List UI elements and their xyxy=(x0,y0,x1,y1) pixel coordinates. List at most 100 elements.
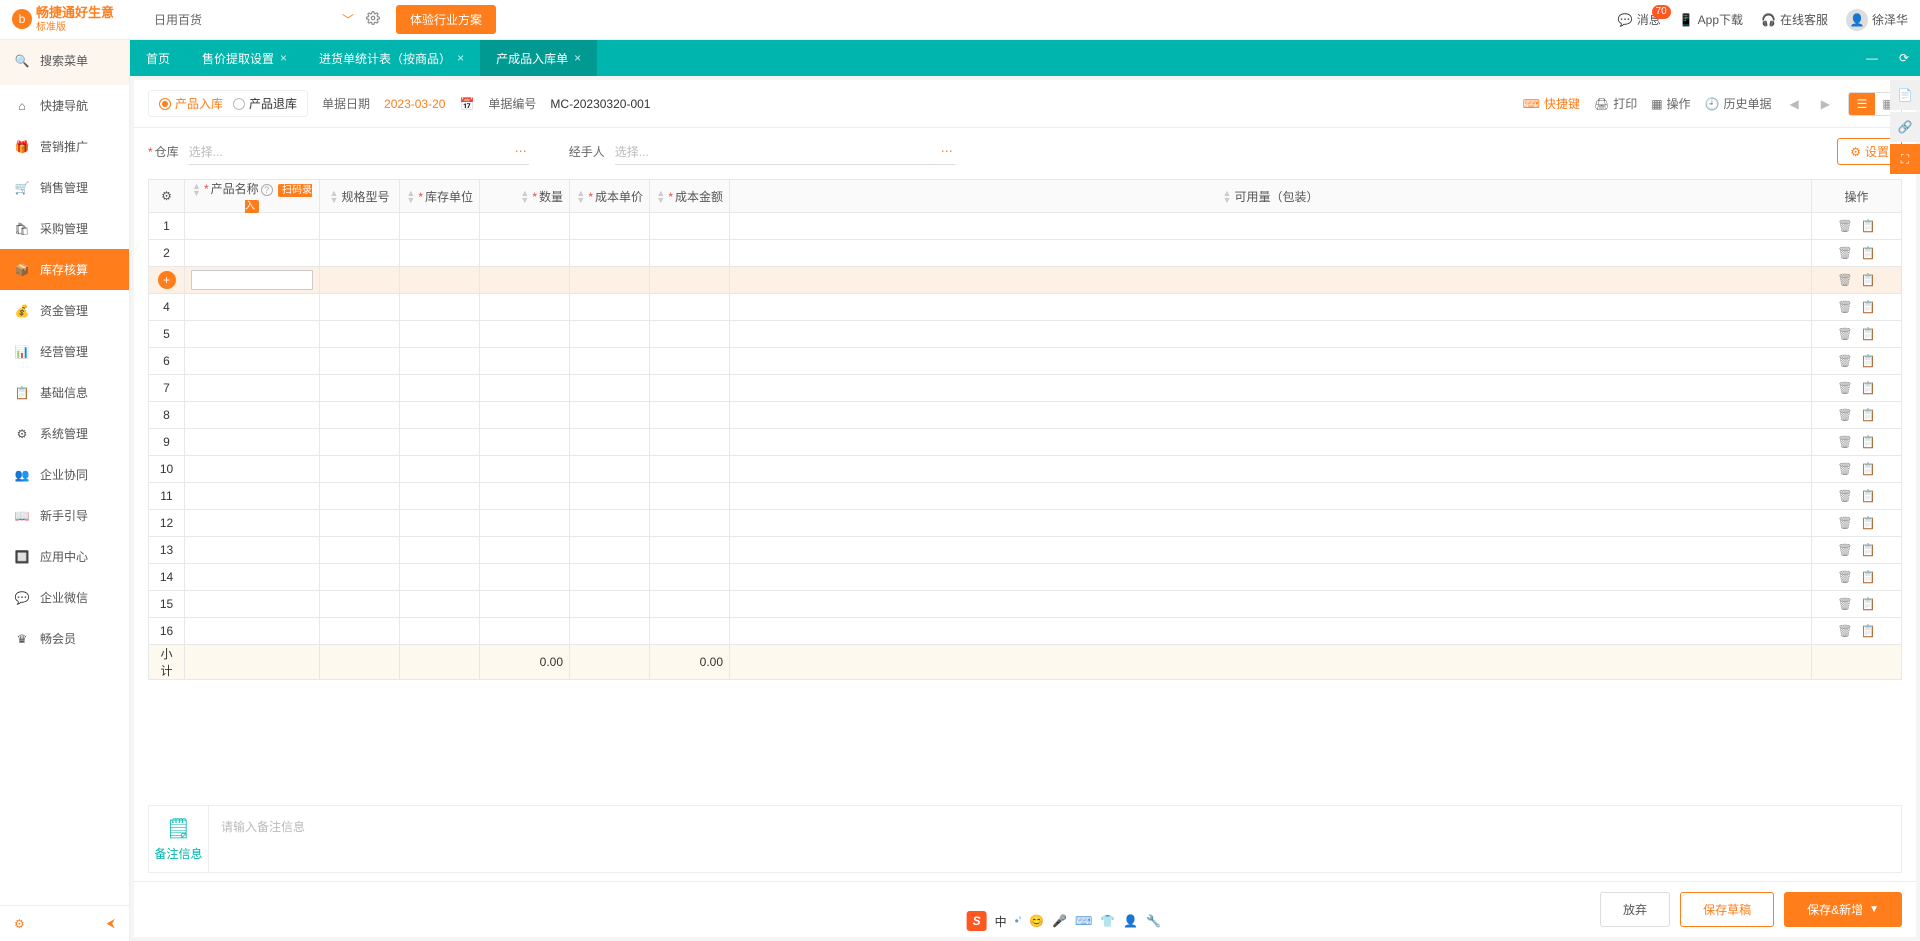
amount-cell[interactable] xyxy=(650,321,730,348)
ime-emoji-icon[interactable]: 😊 xyxy=(1029,914,1044,928)
table-row[interactable]: 1🗑📋 xyxy=(149,213,1902,240)
table-row[interactable]: 12🗑📋 xyxy=(149,510,1902,537)
spec-cell[interactable] xyxy=(320,618,400,645)
available-cell[interactable] xyxy=(730,429,1812,456)
delete-row-icon[interactable]: 🗑 xyxy=(1837,435,1852,449)
copy-row-icon[interactable]: 📋 xyxy=(1861,408,1876,422)
unit-cell[interactable] xyxy=(400,564,480,591)
price-cell[interactable] xyxy=(570,564,650,591)
remark-input[interactable]: 请输入备注信息 xyxy=(209,806,1901,872)
copy-row-icon[interactable]: 📋 xyxy=(1861,219,1876,233)
sidebar-item-finance[interactable]: 💰资金管理 xyxy=(0,290,129,331)
spec-cell[interactable] xyxy=(320,510,400,537)
tab-price-settings[interactable]: 售价提取设置× xyxy=(186,40,303,76)
sidebar-item-guide[interactable]: 📖新手引导 xyxy=(0,495,129,536)
col-qty[interactable]: ▲▼*数量 xyxy=(480,180,570,213)
ime-mic-icon[interactable]: 🎤 xyxy=(1052,914,1067,928)
price-cell[interactable] xyxy=(570,510,650,537)
app-download-button[interactable]: 📱 App下载 xyxy=(1679,11,1743,28)
qty-cell[interactable] xyxy=(480,537,570,564)
amount-cell[interactable] xyxy=(650,456,730,483)
delete-row-icon[interactable]: 🗑 xyxy=(1837,219,1852,233)
amount-cell[interactable] xyxy=(650,348,730,375)
messages-button[interactable]: 💬 消息 70 xyxy=(1618,11,1661,28)
price-cell[interactable] xyxy=(570,267,650,294)
sidebar-item-wechat[interactable]: 💬企业微信 xyxy=(0,577,129,618)
product-name-cell[interactable] xyxy=(185,564,320,591)
qty-cell[interactable] xyxy=(480,321,570,348)
amount-cell[interactable] xyxy=(650,402,730,429)
table-row[interactable]: 4🗑📋 xyxy=(149,294,1902,321)
unit-cell[interactable] xyxy=(400,402,480,429)
spec-cell[interactable] xyxy=(320,240,400,267)
available-cell[interactable] xyxy=(730,591,1812,618)
industry-cta-button[interactable]: 体验行业方案 xyxy=(396,5,496,34)
unit-cell[interactable] xyxy=(400,348,480,375)
price-cell[interactable] xyxy=(570,618,650,645)
tab-purchase-stats[interactable]: 进货单统计表（按商品）× xyxy=(303,40,480,76)
copy-row-icon[interactable]: 📋 xyxy=(1861,300,1876,314)
available-cell[interactable] xyxy=(730,213,1812,240)
sidebar-item-marketing[interactable]: 🎁营销推广 xyxy=(0,126,129,167)
help-icon[interactable]: ? xyxy=(261,184,273,196)
product-name-cell[interactable] xyxy=(185,375,320,402)
spec-cell[interactable] xyxy=(320,456,400,483)
delete-row-icon[interactable]: 🗑 xyxy=(1837,408,1852,422)
delete-row-icon[interactable]: 🗑 xyxy=(1837,327,1852,341)
unit-cell[interactable] xyxy=(400,294,480,321)
spec-cell[interactable] xyxy=(320,375,400,402)
product-name-cell[interactable] xyxy=(185,348,320,375)
product-name-cell[interactable] xyxy=(185,537,320,564)
qty-cell[interactable] xyxy=(480,510,570,537)
product-name-cell[interactable] xyxy=(185,591,320,618)
sidebar-item-basic[interactable]: 📋基础信息 xyxy=(0,372,129,413)
save-new-button[interactable]: 保存&新增▼ xyxy=(1784,892,1902,927)
available-cell[interactable] xyxy=(730,537,1812,564)
available-cell[interactable] xyxy=(730,402,1812,429)
available-cell[interactable] xyxy=(730,456,1812,483)
unit-cell[interactable] xyxy=(400,618,480,645)
unit-cell[interactable] xyxy=(400,510,480,537)
qty-cell[interactable] xyxy=(480,456,570,483)
spec-cell[interactable] xyxy=(320,267,400,294)
unit-cell[interactable] xyxy=(400,375,480,402)
qty-cell[interactable] xyxy=(480,564,570,591)
tab-home[interactable]: 首页 xyxy=(130,40,186,76)
available-cell[interactable] xyxy=(730,375,1812,402)
copy-row-icon[interactable]: 📋 xyxy=(1861,246,1876,260)
product-name-cell[interactable] xyxy=(185,402,320,429)
col-config[interactable]: ⚙ xyxy=(149,180,185,213)
product-name-cell[interactable] xyxy=(185,618,320,645)
col-amount[interactable]: ▲▼*成本金额 xyxy=(650,180,730,213)
product-name-cell[interactable] xyxy=(185,429,320,456)
spec-cell[interactable] xyxy=(320,537,400,564)
col-spec[interactable]: ▲▼规格型号 xyxy=(320,180,400,213)
sidebar-item-purchase[interactable]: 🛍采购管理 xyxy=(0,208,129,249)
close-icon[interactable]: × xyxy=(574,51,581,65)
copy-row-icon[interactable]: 📋 xyxy=(1861,624,1876,638)
spec-cell[interactable] xyxy=(320,483,400,510)
table-row[interactable]: 13🗑📋 xyxy=(149,537,1902,564)
table-row[interactable]: 14🗑📋 xyxy=(149,564,1902,591)
qty-cell[interactable] xyxy=(480,267,570,294)
price-cell[interactable] xyxy=(570,429,650,456)
delete-row-icon[interactable]: 🗑 xyxy=(1837,516,1852,530)
handler-select[interactable]: 选择... ⋯ xyxy=(615,139,955,165)
amount-cell[interactable] xyxy=(650,537,730,564)
add-row-button[interactable]: + xyxy=(149,267,185,294)
sidebar-item-inventory[interactable]: 📦库存核算 xyxy=(0,249,129,290)
delete-row-icon[interactable]: 🗑 xyxy=(1837,462,1852,476)
price-cell[interactable] xyxy=(570,348,650,375)
unit-cell[interactable] xyxy=(400,591,480,618)
copy-row-icon[interactable]: 📋 xyxy=(1861,597,1876,611)
operate-button[interactable]: ▦操作 xyxy=(1651,95,1690,112)
tab-product-inbound[interactable]: 产成品入库单× xyxy=(480,40,597,76)
print-button[interactable]: 🖨打印 xyxy=(1594,95,1637,112)
table-row[interactable]: 8🗑📋 xyxy=(149,402,1902,429)
sidebar-item-search[interactable]: 🔍搜索菜单 xyxy=(0,40,129,81)
copy-row-icon[interactable]: 📋 xyxy=(1861,354,1876,368)
product-name-cell[interactable] xyxy=(185,267,320,294)
ime-skin-icon[interactable]: 👕 xyxy=(1100,914,1115,928)
sidebar-item-apps[interactable]: 🔲应用中心 xyxy=(0,536,129,577)
copy-row-icon[interactable]: 📋 xyxy=(1861,570,1876,584)
